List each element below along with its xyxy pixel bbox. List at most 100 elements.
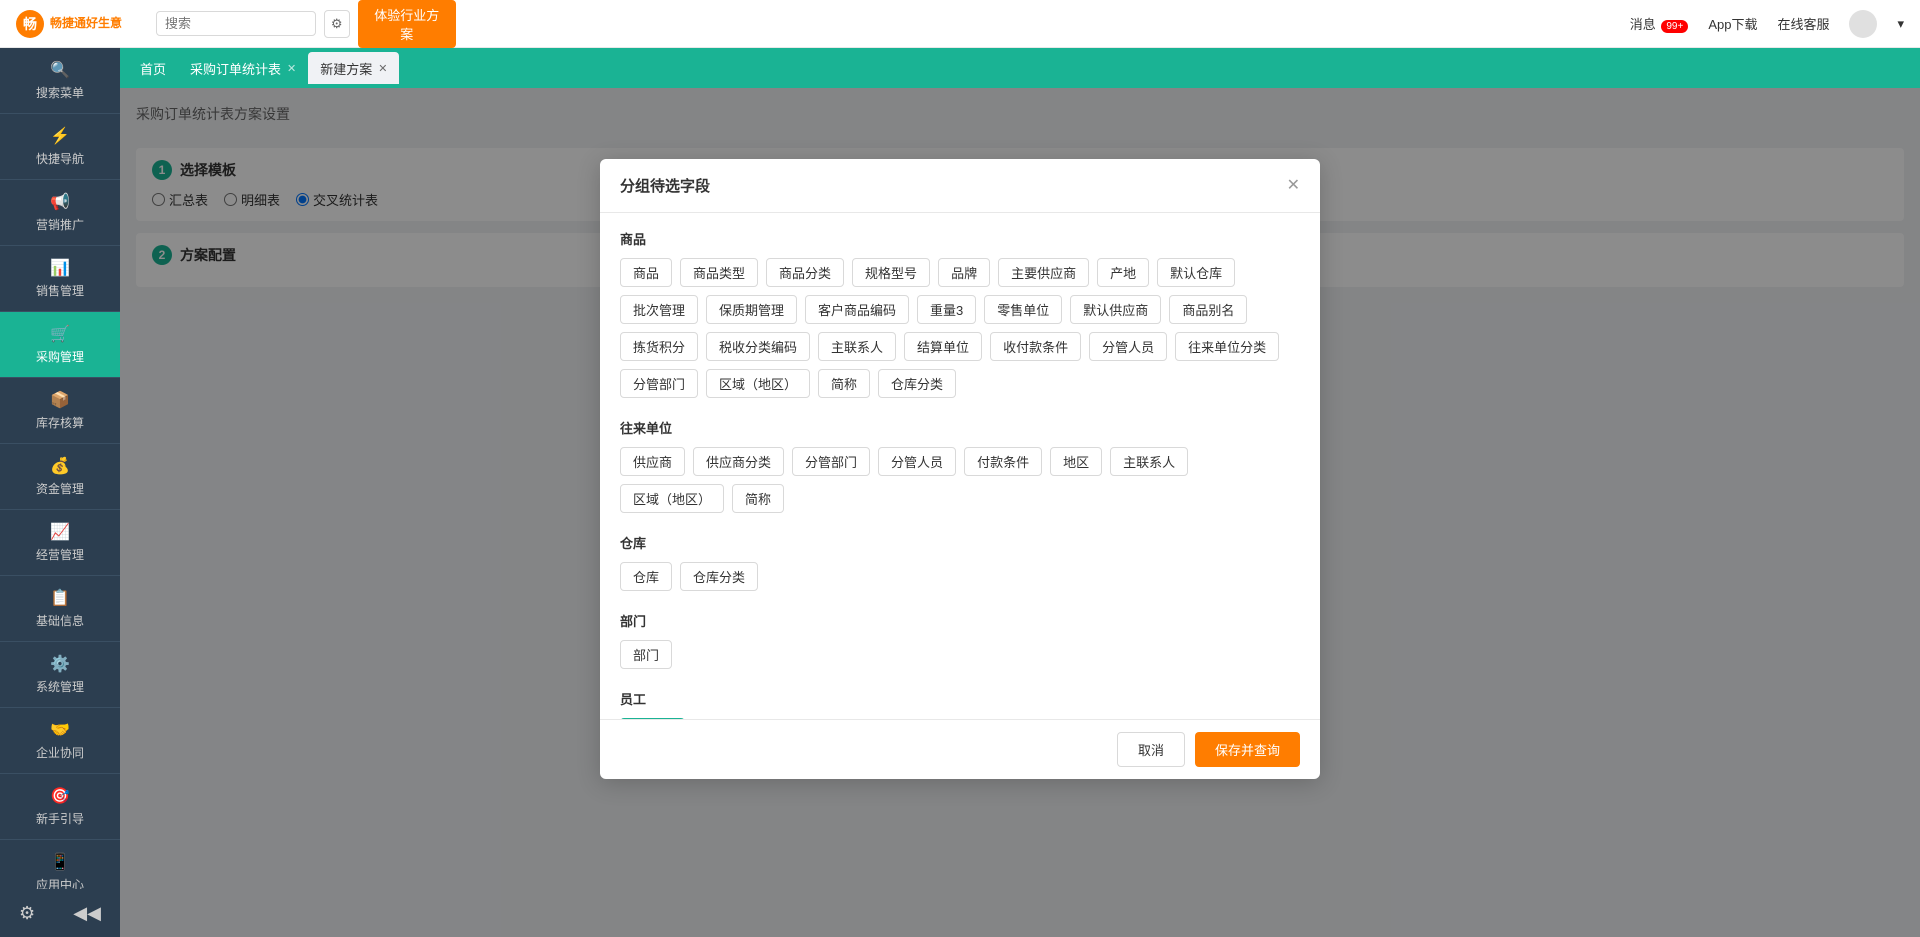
sidebar-item-operations[interactable]: 📈 经营管理 [0, 510, 120, 576]
sidebar-item-purchase[interactable]: 🛒 采购管理 [0, 312, 120, 378]
tag-partner-dept[interactable]: 分管部门 [792, 447, 870, 476]
tag-partner-short[interactable]: 简称 [732, 484, 784, 513]
tag-warehouse[interactable]: 仓库 [620, 562, 672, 591]
online-service-btn[interactable]: 在线客服 [1777, 14, 1829, 33]
tag-goods-alias[interactable]: 商品别名 [1169, 295, 1247, 324]
sidebar-item-label: 销售管理 [36, 282, 84, 299]
tab-home[interactable]: 首页 [128, 52, 178, 84]
app-download-btn[interactable]: App下载 [1708, 14, 1757, 33]
tag-partner-category[interactable]: 往来单位分类 [1175, 332, 1279, 361]
sidebar-item-label: 系统管理 [36, 678, 84, 695]
sidebar: 🔍 搜索菜单 ⚡ 快捷导航 📢 营销推广 📊 销售管理 🛒 采购管理 📦 库存核… [0, 48, 120, 937]
tag-spec-model[interactable]: 规格型号 [852, 258, 930, 287]
warehouse-field-tags: 仓库 仓库分类 [620, 562, 1300, 591]
sidebar-item-label: 资金管理 [36, 480, 84, 497]
sidebar-item-finance[interactable]: 💰 资金管理 [0, 444, 120, 510]
sidebar-item-label: 采购管理 [36, 348, 84, 365]
sidebar-item-search-menu[interactable]: 🔍 搜索菜单 [0, 48, 120, 114]
tag-settlement-unit[interactable]: 结算单位 [904, 332, 982, 361]
section-employee: 员工 业务员 [620, 689, 1300, 719]
notifications-btn[interactable]: 消息 99+ [1630, 14, 1689, 33]
target-icon: 🎯 [50, 786, 70, 806]
tag-short-name[interactable]: 简称 [818, 369, 870, 398]
sidebar-item-quick-nav[interactable]: ⚡ 快捷导航 [0, 114, 120, 180]
sidebar-item-label: 新手引导 [36, 810, 84, 827]
modal-confirm-btn[interactable]: 保存并查询 [1195, 732, 1300, 767]
tag-pick-score[interactable]: 拣货积分 [620, 332, 698, 361]
sidebar-item-label: 快捷导航 [36, 150, 84, 167]
sidebar-item-label: 企业协同 [36, 744, 84, 761]
tag-customer-code[interactable]: 客户商品编码 [805, 295, 909, 324]
modal-cancel-btn[interactable]: 取消 [1117, 732, 1185, 767]
sidebar-item-cooperation[interactable]: 🤝 企业协同 [0, 708, 120, 774]
tag-payment-terms[interactable]: 收付款条件 [990, 332, 1081, 361]
logo-text: 畅捷通好生意 [50, 16, 122, 30]
experience-btn[interactable]: 体验行业方案 [358, 0, 457, 48]
section-department-title: 部门 [620, 611, 1300, 630]
tag-main-supplier[interactable]: 主要供应商 [998, 258, 1089, 287]
tag-goods-category[interactable]: 商品分类 [766, 258, 844, 287]
tag-partner-region[interactable]: 区域（地区） [620, 484, 724, 513]
search-input[interactable] [156, 11, 316, 36]
cart-icon: 🛒 [50, 324, 70, 344]
header-right: 消息 99+ App下载 在线客服 ▾ [1630, 10, 1904, 38]
tag-partner-contact[interactable]: 主联系人 [1110, 447, 1188, 476]
section-warehouse: 仓库 仓库 仓库分类 [620, 533, 1300, 591]
sidebar-item-label: 基础信息 [36, 612, 84, 629]
tag-goods[interactable]: 商品 [620, 258, 672, 287]
tag-warehouse-cat[interactable]: 仓库分类 [680, 562, 758, 591]
bottom-settings-icon[interactable]: ⚙ [19, 903, 35, 924]
sidebar-item-label: 库存核算 [36, 414, 84, 431]
tag-payment-condition[interactable]: 付款条件 [964, 447, 1042, 476]
tag-retail-unit[interactable]: 零售单位 [984, 295, 1062, 324]
modal-body: 商品 商品 商品类型 商品分类 规格型号 品牌 主要供应商 产地 默认仓库 批次… [600, 213, 1320, 719]
section-goods: 商品 商品 商品类型 商品分类 规格型号 品牌 主要供应商 产地 默认仓库 批次… [620, 229, 1300, 398]
sidebar-item-label: 营销推广 [36, 216, 84, 233]
tag-partner-supervisor[interactable]: 分管人员 [878, 447, 956, 476]
notifications-badge: 99+ [1661, 20, 1688, 33]
tab-bar: 首页 采购订单统计表 ✕ 新建方案 ✕ [120, 48, 1920, 88]
modal-header: 分组待选字段 ✕ [600, 159, 1320, 213]
sidebar-item-base-info[interactable]: 📋 基础信息 [0, 576, 120, 642]
sidebar-item-system[interactable]: ⚙️ 系统管理 [0, 642, 120, 708]
logo-icon: 畅 [16, 10, 44, 38]
partner-field-tags: 供应商 供应商分类 分管部门 分管人员 付款条件 地区 主联系人 区域（地区） … [620, 447, 1300, 513]
sidebar-item-sales[interactable]: 📊 销售管理 [0, 246, 120, 312]
tag-origin[interactable]: 产地 [1097, 258, 1149, 287]
tag-department[interactable]: 部门 [620, 640, 672, 669]
tag-warehouse-category[interactable]: 仓库分类 [878, 369, 956, 398]
tag-goods-type[interactable]: 商品类型 [680, 258, 758, 287]
section-goods-title: 商品 [620, 229, 1300, 248]
settings-button[interactable]: ⚙ [324, 10, 350, 38]
tag-main-contact[interactable]: 主联系人 [818, 332, 896, 361]
search-icon: 🔍 [50, 60, 70, 80]
modal-close-btn[interactable]: ✕ [1287, 175, 1300, 195]
tag-default-warehouse[interactable]: 默认仓库 [1157, 258, 1235, 287]
section-department: 部门 部门 [620, 611, 1300, 669]
bottom-audio-icon[interactable]: ◀◀ [73, 903, 101, 924]
tag-tax-code[interactable]: 税收分类编码 [706, 332, 810, 361]
tag-brand[interactable]: 品牌 [938, 258, 990, 287]
tag-default-supplier[interactable]: 默认供应商 [1070, 295, 1161, 324]
tag-expiry-mgmt[interactable]: 保质期管理 [706, 295, 797, 324]
sidebar-item-marketing[interactable]: 📢 营销推广 [0, 180, 120, 246]
avatar[interactable] [1849, 10, 1877, 38]
tag-supplier[interactable]: 供应商 [620, 447, 685, 476]
sidebar-item-inventory[interactable]: 📦 库存核算 [0, 378, 120, 444]
clipboard-icon: 📋 [50, 588, 70, 608]
tag-supervisor[interactable]: 分管人员 [1089, 332, 1167, 361]
tag-weight3[interactable]: 重量3 [917, 295, 976, 324]
tab-label: 采购订单统计表 [190, 59, 281, 78]
user-menu-btn[interactable]: ▾ [1897, 16, 1904, 32]
tab-close-icon[interactable]: ✕ [378, 62, 387, 75]
tab-new-scheme[interactable]: 新建方案 ✕ [308, 52, 399, 84]
tab-close-icon[interactable]: ✕ [287, 62, 296, 75]
sidebar-item-guide[interactable]: 🎯 新手引导 [0, 774, 120, 840]
tag-batch-mgmt[interactable]: 批次管理 [620, 295, 698, 324]
tag-dept-supervisor[interactable]: 分管部门 [620, 369, 698, 398]
tag-supplier-category[interactable]: 供应商分类 [693, 447, 784, 476]
tag-area[interactable]: 地区 [1050, 447, 1102, 476]
tag-region[interactable]: 区域（地区） [706, 369, 810, 398]
tab-purchase-stats[interactable]: 采购订单统计表 ✕ [178, 52, 308, 84]
top-header: 畅 畅捷通好生意 ⚙ 体验行业方案 消息 99+ App下载 在线客服 ▾ [0, 0, 1920, 48]
